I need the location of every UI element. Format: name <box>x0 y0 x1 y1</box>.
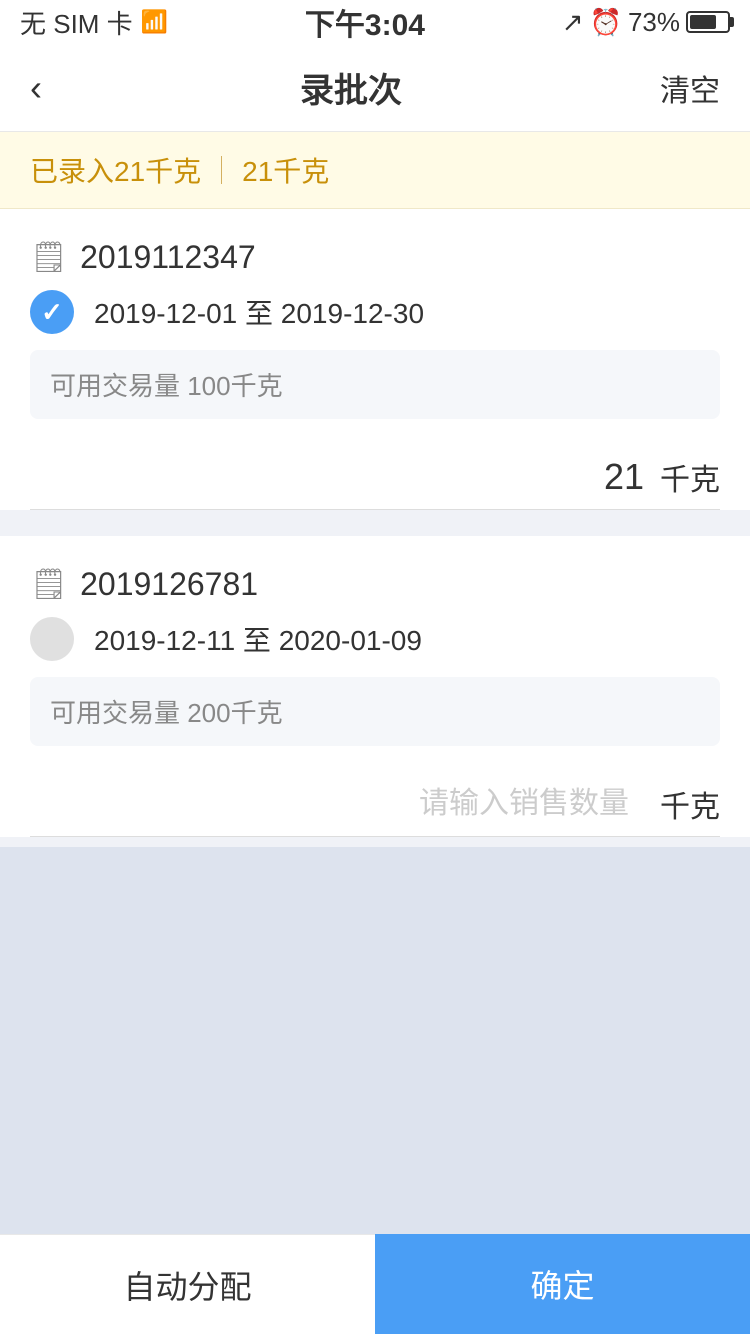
batch-1-available: 可用交易量 100千克 <box>30 350 720 419</box>
batch-id-icon-1: 🗒 <box>30 240 68 275</box>
bottom-bar: 自动分配 确定 <box>0 1234 750 1334</box>
alarm-icon: ⏰ <box>590 7 622 38</box>
batch-2-radio[interactable] <box>30 617 74 661</box>
status-time: 下午3:04 <box>305 0 425 44</box>
info-banner: 已录入21千克 21千克 <box>0 132 750 209</box>
batch-item-1: 🗒 2019112347 2019-12-01 至 2019-12-30 可用交… <box>0 209 750 419</box>
battery-icon <box>686 11 730 33</box>
batch-1-radio[interactable] <box>30 290 74 334</box>
wifi-icon: 📶 <box>141 9 168 35</box>
batch-2-input-row: 千克 <box>0 766 750 826</box>
batch-2-date: 2019-12-11 至 2020-01-09 <box>94 619 422 659</box>
back-button[interactable]: ‹ <box>30 67 42 109</box>
clear-button[interactable]: 清空 <box>660 66 720 110</box>
batch-1-quantity-unit: 千克 <box>660 455 720 499</box>
page-title: 录批次 <box>300 63 402 112</box>
batch-1-underline <box>30 509 720 510</box>
batch-1-id: 2019112347 <box>80 239 256 276</box>
card-divider <box>0 520 750 536</box>
batch-2-date-row: 2019-12-11 至 2020-01-09 <box>30 617 720 661</box>
batch-2-underline <box>30 836 720 837</box>
batch-1-header: 🗒 2019112347 <box>30 239 720 276</box>
batch-1-date-row: 2019-12-01 至 2019-12-30 <box>30 290 720 334</box>
entered-amount-value: 21千克 <box>242 150 329 190</box>
status-right: ↗ ⏰ 73% <box>562 7 730 38</box>
confirm-button[interactable]: 确定 <box>375 1234 750 1334</box>
batch-1-quantity-row: 21 千克 <box>0 439 750 499</box>
location-icon: ↗ <box>562 7 584 38</box>
nav-bar: ‹ 录批次 清空 <box>0 44 750 132</box>
batch-1-quantity-value: 21 <box>604 456 644 498</box>
batch-id-icon-2: 🗒 <box>30 567 68 602</box>
batch-card-1: 🗒 2019112347 2019-12-01 至 2019-12-30 可用交… <box>0 209 750 510</box>
batch-1-date: 2019-12-01 至 2019-12-30 <box>94 292 424 332</box>
sim-label: 无 SIM 卡 <box>20 4 133 41</box>
batch-2-available: 可用交易量 200千克 <box>30 677 720 746</box>
batch-2-unit: 千克 <box>660 782 720 826</box>
auto-distribute-button[interactable]: 自动分配 <box>0 1234 375 1334</box>
status-left: 无 SIM 卡 📶 <box>20 4 168 41</box>
batch-2-quantity-input[interactable] <box>244 787 644 821</box>
battery-percent: 73% <box>628 7 680 38</box>
batch-2-id: 2019126781 <box>80 566 258 603</box>
batch-card-2: 🗒 2019126781 2019-12-11 至 2020-01-09 可用交… <box>0 536 750 837</box>
entered-amount-label: 已录入21千克 <box>30 150 201 190</box>
batch-item-2: 🗒 2019126781 2019-12-11 至 2020-01-09 可用交… <box>0 536 750 746</box>
gray-area <box>0 847 750 1247</box>
batch-2-header: 🗒 2019126781 <box>30 566 720 603</box>
banner-divider <box>221 156 222 184</box>
battery-fill <box>690 15 716 29</box>
status-bar: 无 SIM 卡 📶 下午3:04 ↗ ⏰ 73% <box>0 0 750 44</box>
